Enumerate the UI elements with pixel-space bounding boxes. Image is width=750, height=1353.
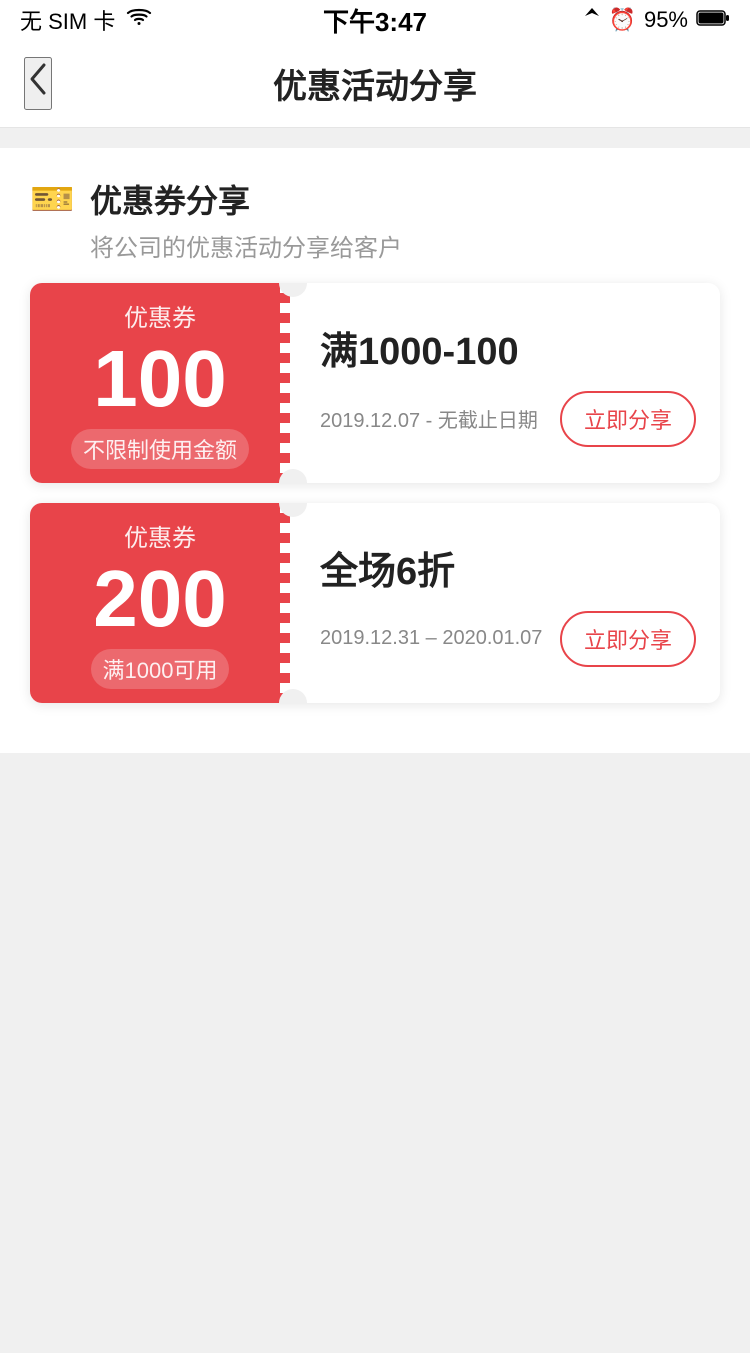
carrier-label: 无 SIM 卡	[20, 4, 115, 36]
back-button[interactable]	[24, 57, 52, 110]
coupon-amount-1: 100	[93, 339, 226, 419]
coupon-name-2: 全场6折	[320, 540, 696, 595]
coupon-left-2: 优惠券 200 满1000可用	[30, 503, 290, 703]
coupon-left-1: 优惠券 100 不限制使用金额	[30, 283, 290, 483]
coupon-name-1: 满1000-100	[320, 320, 696, 375]
share-button-1[interactable]: 立即分享	[560, 391, 696, 447]
battery-icon	[696, 7, 730, 33]
nav-bar: 优惠活动分享	[0, 40, 750, 128]
coupon-meta-row-2: 2019.12.31 – 2020.01.07 立即分享	[320, 611, 696, 667]
coupon-date-2: 2019.12.31 – 2020.01.07	[320, 627, 550, 650]
coupon-condition-2: 满1000可用	[91, 649, 230, 689]
coupon-right-2: 全场6折 2019.12.31 – 2020.01.07 立即分享	[290, 503, 720, 703]
status-bar: 无 SIM 卡 下午3:47 ⏰ 95%	[0, 0, 750, 40]
coupon-list: 优惠券 100 不限制使用金额 满1000-100 2019.12.07 - 无…	[0, 283, 750, 753]
coupon-type-1: 优惠券	[124, 298, 196, 333]
coupon-meta-row-1: 2019.12.07 - 无截止日期 立即分享	[320, 391, 696, 447]
coupon-card-1: 优惠券 100 不限制使用金额 满1000-100 2019.12.07 - 无…	[30, 283, 720, 483]
section-gap-top	[0, 128, 750, 148]
coupon-condition-1: 不限制使用金额	[71, 429, 249, 469]
coupon-card-2: 优惠券 200 满1000可用 全场6折 2019.12.31 – 2020.0…	[30, 503, 720, 703]
battery-percent: 95%	[644, 7, 688, 33]
coupon-amount-2: 200	[93, 559, 226, 639]
coupon-right-1: 满1000-100 2019.12.07 - 无截止日期 立即分享	[290, 283, 720, 483]
alarm-icon: ⏰	[609, 7, 636, 33]
section-icon: 🎫	[30, 178, 74, 222]
status-right: ⏰ 95%	[583, 6, 730, 34]
share-button-2[interactable]: 立即分享	[560, 611, 696, 667]
status-time: 下午3:47	[323, 2, 427, 39]
coupon-type-2: 优惠券	[124, 518, 196, 553]
section-subtitle: 将公司的优惠活动分享给客户	[90, 228, 402, 263]
section-header: 🎫 优惠券分享 将公司的优惠活动分享给客户	[0, 148, 750, 283]
status-left: 无 SIM 卡	[20, 4, 153, 36]
section-text: 优惠券分享 将公司的优惠活动分享给客户	[90, 176, 402, 263]
section-title: 优惠券分享	[90, 176, 402, 222]
bottom-empty-area	[0, 753, 750, 1353]
page-title: 优惠活动分享	[273, 59, 477, 108]
location-icon	[583, 6, 601, 34]
coupon-date-1: 2019.12.07 - 无截止日期	[320, 404, 550, 433]
wifi-icon	[125, 7, 153, 33]
